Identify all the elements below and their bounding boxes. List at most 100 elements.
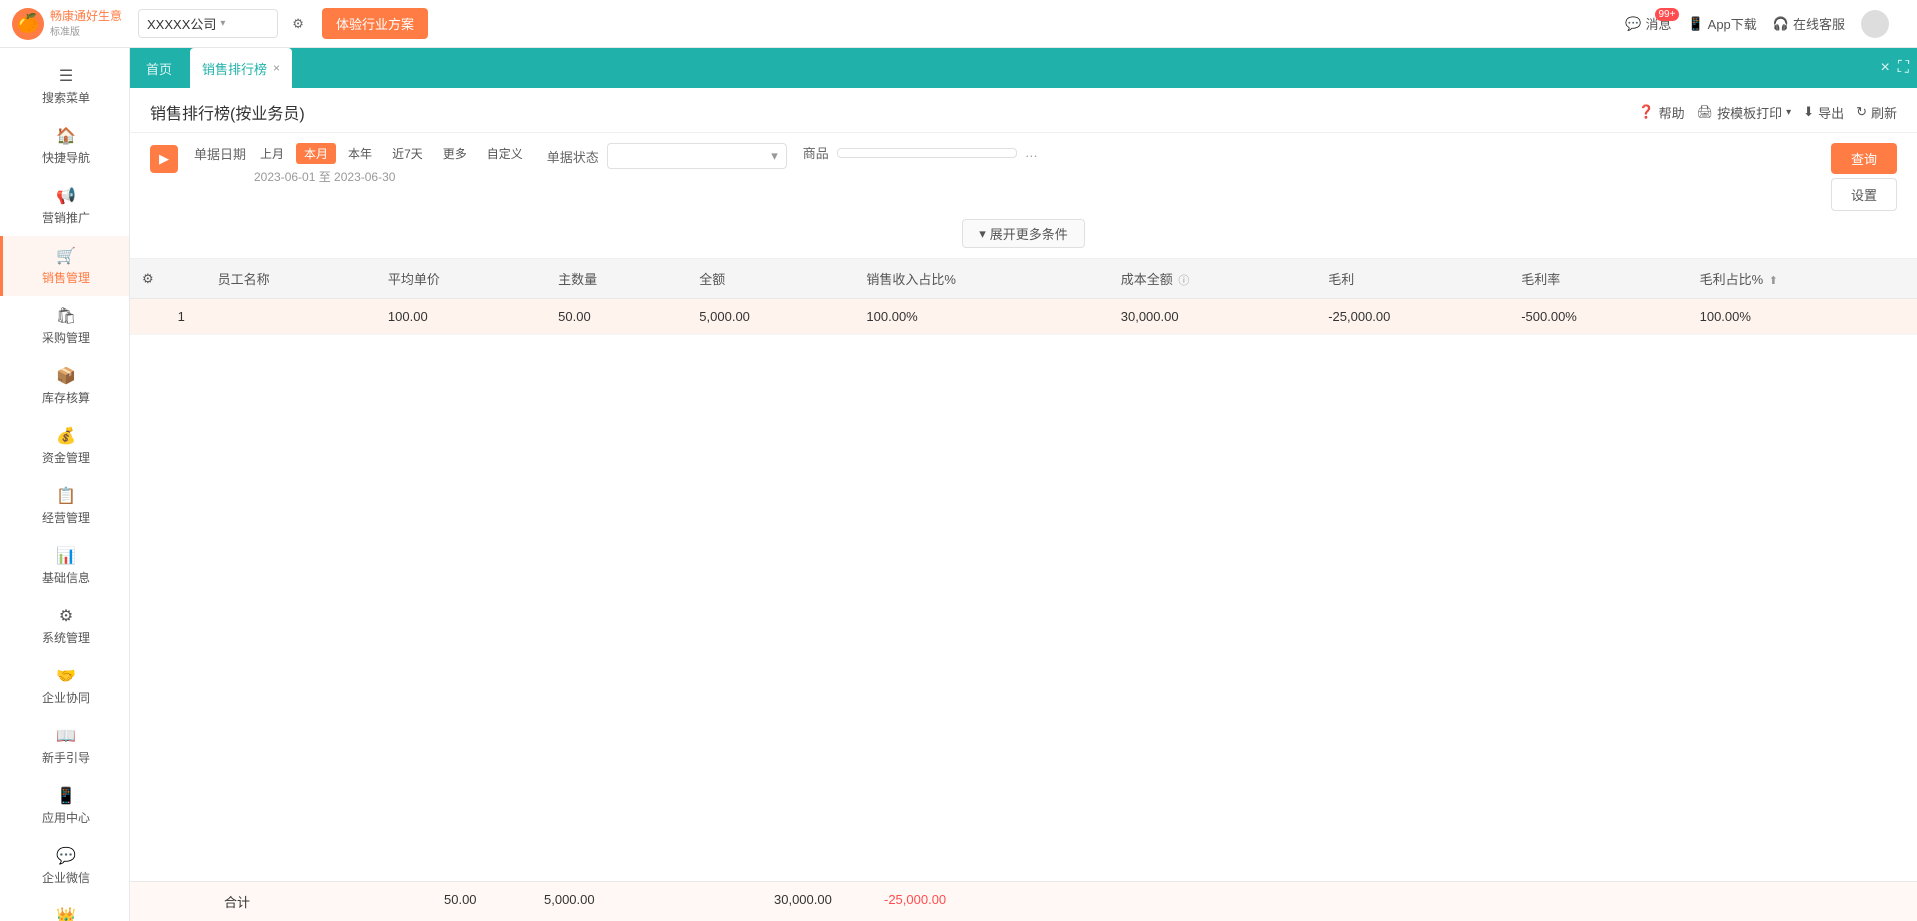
sidebar-label-system: 系统管理 [42, 629, 90, 646]
th-revenue-pct: 销售收入占比% [854, 259, 1108, 299]
th-settings[interactable]: ⚙ [130, 259, 166, 299]
more-fields-button[interactable]: … [1025, 145, 1038, 160]
logo-text: 畅康通好生意 [50, 9, 122, 23]
td-settings [130, 299, 166, 335]
trial-button[interactable]: 体验行业方案 [322, 8, 428, 39]
sidebar-label-sales: 销售管理 [42, 269, 90, 286]
date-tab-last-month[interactable]: 上月 [252, 143, 292, 164]
online-support-button[interactable]: 🎧 在线客服 [1773, 14, 1845, 33]
goods-filter-group: 商品 … [803, 143, 1038, 162]
app-download-icon: 📱 [1687, 16, 1703, 32]
print-label: 按模板打印 [1717, 103, 1782, 122]
sidebar-item-purchase[interactable]: 🛍 采购管理 [0, 296, 129, 356]
date-tab-current-month[interactable]: 本月 [296, 143, 336, 164]
profit-pct-sort-icon[interactable]: ⬆ [1769, 275, 1778, 287]
chevron-down-icon: ▾ [220, 18, 225, 29]
sidebar-label-basic-info: 基础信息 [42, 569, 90, 586]
query-button[interactable]: 查询 [1831, 143, 1897, 174]
tab-close-button[interactable]: × [273, 61, 280, 75]
sidebar-label-beginner: 新手引导 [42, 749, 90, 766]
sidebar-label-quick-nav: 快捷导航 [42, 149, 90, 166]
sidebar-item-operations[interactable]: 📋 经营管理 [0, 476, 129, 536]
beginner-icon: 📖 [56, 726, 76, 746]
status-select[interactable]: ▾ [607, 143, 787, 169]
sidebar-item-finance[interactable]: 💰 资金管理 [0, 416, 129, 476]
footer-profit-pct [1072, 892, 1172, 911]
td-qty: 50.00 [546, 299, 687, 335]
print-button[interactable]: 🖨 按模板打印 ▾ [1697, 103, 1792, 122]
company-selector[interactable]: XXXXX公司 ▾ [138, 9, 278, 38]
tab-expand-icon[interactable]: ⛶ [1898, 59, 1909, 77]
sidebar-item-marketing[interactable]: 📢 营销推广 [0, 176, 129, 236]
sidebar-label-operations: 经营管理 [42, 509, 90, 526]
marketing-icon: 📢 [56, 186, 76, 206]
filter-toggle-button[interactable]: ▶ [150, 145, 178, 173]
sidebar-item-app-center[interactable]: 📱 应用中心 [0, 776, 129, 836]
sidebar-item-member[interactable]: 👑 畅会员 [0, 896, 129, 921]
filter-bar: ▶ 单据日期 上月 本月 本年 近7天 更多 [130, 133, 1917, 259]
export-label: 导出 [1818, 103, 1844, 122]
top-bar-right: 💬 消息 99+ 📱 App下载 🎧 在线客服 [1625, 10, 1905, 38]
collab-icon: 🤝 [56, 666, 76, 686]
settings-button[interactable]: 设置 [1831, 178, 1897, 211]
table-head: ⚙ 员工名称 平均单价 主数量 全额 销售收入占比% 成本全额 ⓘ [130, 259, 1917, 299]
avatar[interactable] [1861, 10, 1889, 38]
app-download-button[interactable]: 📱 App下载 [1687, 14, 1756, 33]
th-profit-pct: 毛利占比% ⬆ [1688, 259, 1917, 299]
print-chevron-icon: ▾ [1786, 107, 1791, 118]
tab-active-label: 销售排行榜 [202, 59, 267, 78]
tab-sales-ranking[interactable]: 销售排行榜 × [190, 48, 292, 88]
td-profit: -25,000.00 [1316, 299, 1509, 335]
date-tab-current-year[interactable]: 本年 [340, 143, 380, 164]
date-tab-custom[interactable]: 自定义 [479, 143, 531, 164]
sidebar-item-inventory[interactable]: 📦 库存核算 [0, 356, 129, 416]
sidebar-item-basic-info[interactable]: 📊 基础信息 [0, 536, 129, 596]
sidebar-label-finance: 资金管理 [42, 449, 90, 466]
sidebar-item-enterprise-collab[interactable]: 🤝 企业协同 [0, 656, 129, 716]
tab-home-label: 首页 [146, 59, 172, 78]
refresh-icon: ↻ [1856, 104, 1867, 120]
td-profit-rate: -500.00% [1509, 299, 1687, 335]
sidebar-item-search-orders[interactable]: ☰ 搜索菜单 [0, 56, 129, 116]
footer-amount: 5,000.00 [532, 892, 632, 911]
main-area: ☰ 搜索菜单 🏠 快捷导航 📢 营销推广 🛒 销售管理 🛍 采购管理 [0, 48, 1917, 921]
footer-profit-rate [972, 892, 1072, 911]
message-button[interactable]: 💬 消息 99+ [1625, 14, 1671, 33]
member-icon: 👑 [56, 906, 76, 921]
cost-info-icon[interactable]: ⓘ [1178, 275, 1189, 287]
status-filter-label: 单据状态 [547, 147, 599, 166]
sidebar-label-search-orders: 搜索菜单 [42, 89, 90, 106]
th-profit: 毛利 [1316, 259, 1509, 299]
sidebar-item-sales[interactable]: 🛒 销售管理 [0, 236, 129, 296]
export-button[interactable]: ⬇ 导出 [1803, 103, 1844, 122]
sidebar-item-beginner[interactable]: 📖 新手引导 [0, 716, 129, 776]
date-tab-last-7-days[interactable]: 近7天 [384, 143, 431, 164]
sidebar-nav: ☰ 搜索菜单 🏠 快捷导航 📢 营销推广 🛒 销售管理 🛍 采购管理 [0, 48, 129, 921]
online-support-label: 在线客服 [1793, 14, 1845, 33]
tab-close-all-icon[interactable]: × [1880, 59, 1889, 77]
table-footer: 合计 50.00 5,000.00 30,000.00 -25,000.00 [130, 881, 1917, 921]
th-avg-price: 平均单价 [376, 259, 546, 299]
date-tabs: 上月 本月 本年 近7天 更多 自定义 [252, 143, 531, 164]
system-icon: ⚙ [59, 606, 73, 626]
help-button[interactable]: ❓ 帮助 [1638, 103, 1684, 122]
table-body: 1 100.00 50.00 5,000.00 100.00% 30,000.0… [130, 299, 1917, 335]
refresh-button[interactable]: ↻ 刷新 [1856, 103, 1897, 122]
top-settings-button[interactable]: ⚙ [284, 10, 312, 38]
sidebar-label-app-center: 应用中心 [42, 809, 90, 826]
tab-home[interactable]: 首页 [130, 48, 188, 88]
td-rank: 1 [166, 299, 206, 335]
inventory-icon: 📦 [56, 366, 76, 386]
th-profit-rate: 毛利率 [1509, 259, 1687, 299]
home-icon: 🏠 [56, 126, 76, 146]
td-revenue-pct: 100.00% [854, 299, 1108, 335]
sidebar-label-wechat: 企业微信 [42, 869, 90, 886]
date-tab-more[interactable]: 更多 [435, 143, 475, 164]
sidebar-item-system[interactable]: ⚙ 系统管理 [0, 596, 129, 656]
goods-input[interactable] [837, 148, 1017, 158]
expand-conditions-button[interactable]: ▾ 展开更多条件 [962, 219, 1085, 248]
sidebar-item-wechat[interactable]: 💬 企业微信 [0, 836, 129, 896]
sidebar-item-quick-nav[interactable]: 🏠 快捷导航 [0, 116, 129, 176]
sidebar-label-marketing: 营销推广 [42, 209, 90, 226]
message-icon: 💬 [1625, 16, 1641, 32]
